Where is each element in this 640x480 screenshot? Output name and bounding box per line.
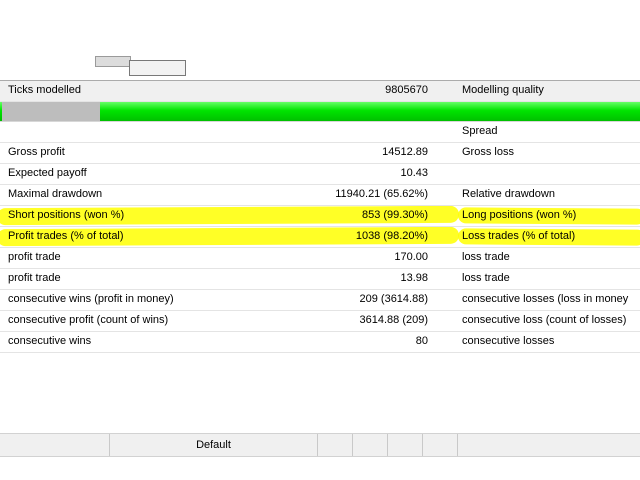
template-name-cell[interactable]: Default (110, 434, 318, 456)
row-label-right: loss trade (462, 272, 510, 284)
modelling-quality-bar (0, 102, 640, 122)
row-label-right: Spread (462, 125, 498, 137)
report-row-ticks-modelled: Ticks modelled 9805670 Modelling quality (0, 81, 640, 102)
row-label: profit trade (8, 272, 61, 284)
status-cell (318, 434, 353, 456)
row-label: consecutive wins (profit in money) (8, 293, 174, 305)
report-row-gross-profit: Gross profit 14512.89 Gross loss (0, 143, 640, 164)
row-label-right: Gross loss (462, 146, 514, 158)
report-row-maximal-drawdown: Maximal drawdown 11940.21 (65.62%) Relat… (0, 185, 640, 206)
row-label-right: consecutive losses (loss in money (462, 293, 629, 305)
cropped-control-fragment[interactable] (95, 56, 131, 67)
row-value: 853 (99.30%) (361, 209, 428, 221)
row-label: profit trade (8, 251, 61, 263)
row-value: 80 (415, 335, 428, 347)
row-value: 170.00 (394, 251, 428, 263)
status-cell (458, 434, 640, 456)
report-row-expected-payoff: Expected payoff 10.43 (0, 164, 640, 185)
row-label-right: Modelling quality (462, 84, 544, 96)
row-label: consecutive wins (8, 335, 92, 347)
status-cell (353, 434, 388, 456)
row-label-right: consecutive losses (462, 335, 555, 347)
row-label: Ticks modelled (8, 84, 81, 96)
row-value (262, 122, 430, 142)
status-cell (0, 434, 110, 456)
row-value: 9805670 (385, 84, 428, 96)
row-label: Gross profit (8, 146, 65, 158)
report-row-consecutive-wins: consecutive wins 80 consecutive losses (0, 332, 640, 353)
row-label: Expected payoff (8, 167, 87, 179)
row-label (0, 122, 262, 142)
report-row-spread: Spread (0, 122, 640, 143)
report-row-profit-trades: Profit trades (% of total) 1038 (98.20%)… (0, 227, 640, 248)
row-label-right: Loss trades (% of total) (462, 230, 576, 242)
row-value: 209 (3614.88) (359, 293, 429, 305)
row-label: Profit trades (% of total) (8, 230, 124, 242)
row-label-right: consecutive loss (count of losses) (462, 314, 627, 326)
status-bar: Default (0, 433, 640, 457)
row-label: consecutive profit (count of wins) (8, 314, 169, 326)
row-value: 11940.21 (65.62%) (335, 188, 428, 200)
row-label: Maximal drawdown (8, 188, 103, 200)
cropped-button-fragment[interactable] (129, 60, 186, 76)
row-label: Short positions (won %) (8, 209, 125, 221)
report-row-consecutive-wins-money: consecutive wins (profit in money) 209 (… (0, 290, 640, 311)
report-row-average-profit-trade: profit trade 13.98 loss trade (0, 269, 640, 290)
strategy-tester-report: Ticks modelled 9805670 Modelling quality… (0, 80, 640, 353)
report-row-consecutive-profit-count: consecutive profit (count of wins) 3614.… (0, 311, 640, 332)
row-value: 3614.88 (209) (359, 314, 429, 326)
row-value: 13.98 (400, 272, 428, 284)
status-cell (423, 434, 458, 456)
row-label-right: Relative drawdown (462, 188, 555, 200)
row-value: 10.43 (400, 167, 428, 179)
report-row-largest-profit-trade: profit trade 170.00 loss trade (0, 248, 640, 269)
modelling-quality-gray-segment (2, 102, 100, 121)
report-row-short-positions: Short positions (won %) 853 (99.30%) Lon… (0, 206, 640, 227)
row-label-right (430, 164, 640, 184)
row-label-right: loss trade (462, 251, 510, 263)
row-label-right: Long positions (won %) (462, 209, 577, 221)
row-value: 14512.89 (382, 146, 428, 158)
status-cell (388, 434, 423, 456)
row-value: 1038 (98.20%) (355, 230, 428, 242)
